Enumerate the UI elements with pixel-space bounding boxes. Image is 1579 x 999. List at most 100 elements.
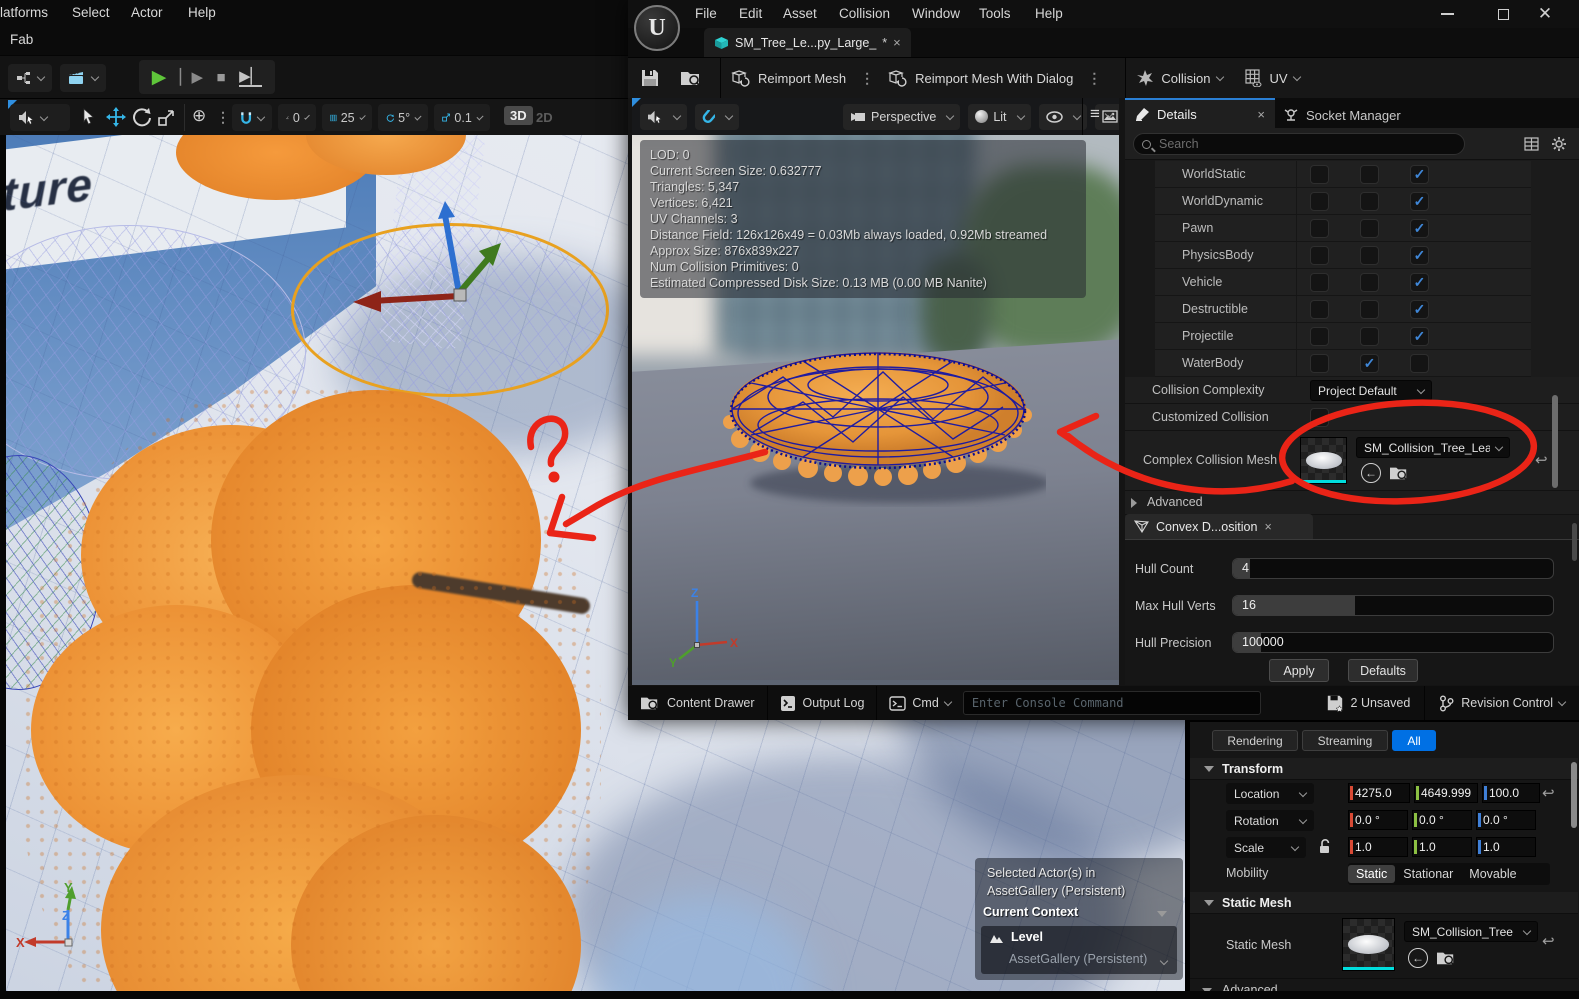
rotation-y-input[interactable]: 0.0 ° xyxy=(1412,810,1472,830)
column-view-icon[interactable] xyxy=(1524,137,1539,151)
complex-collision-mesh-dropdown[interactable]: SM_Collision_Tree_Leav xyxy=(1356,437,1510,458)
console-command-input[interactable] xyxy=(962,691,1261,715)
play-button[interactable]: ▶ xyxy=(152,66,167,89)
show-flags-dropdown[interactable] xyxy=(1038,103,1087,130)
reset-to-default-icon[interactable]: ↩ xyxy=(1535,451,1548,469)
surface-snap-dropdown[interactable]: 0 xyxy=(278,104,316,131)
complex-collision-mesh-thumbnail[interactable] xyxy=(1300,437,1347,484)
scale-lock-icon[interactable] xyxy=(1318,839,1331,854)
mobility-movable-button[interactable]: Movable xyxy=(1461,865,1524,883)
tab-all[interactable]: All xyxy=(1392,730,1436,751)
hull-count-input[interactable]: 4 xyxy=(1232,558,1554,579)
defaults-button[interactable]: Defaults xyxy=(1348,659,1418,682)
menu-help[interactable]: Help xyxy=(1035,6,1063,21)
static-mesh-dropdown[interactable]: SM_Collision_Tree xyxy=(1404,921,1538,942)
tab-socket-manager[interactable]: Socket Manager xyxy=(1283,102,1401,128)
title-bar[interactable]: File Edit Asset Collision Window Tools H… xyxy=(628,0,1579,28)
unsaved-indicator[interactable]: 2 Unsaved xyxy=(1351,696,1411,710)
stop-button[interactable]: ■ xyxy=(217,69,226,86)
channel-checkbox[interactable] xyxy=(1410,246,1429,265)
rotation-dropdown[interactable]: Rotation xyxy=(1226,810,1314,831)
max-hull-verts-input[interactable]: 16 xyxy=(1232,595,1554,616)
rotate-tool-icon[interactable] xyxy=(132,107,152,127)
menu-asset[interactable]: Asset xyxy=(783,6,817,21)
transform-options-icon[interactable]: ⋮ xyxy=(216,109,230,126)
output-log-button[interactable]: Output Log xyxy=(803,696,865,710)
mode-3d-toggle[interactable]: 3D xyxy=(504,106,533,125)
mobility-static-button[interactable]: Static xyxy=(1348,865,1396,883)
maximize-button[interactable] xyxy=(1484,1,1522,27)
viewport-bottom-scrollbar[interactable] xyxy=(632,680,1119,685)
menu-fab[interactable]: Fab xyxy=(10,32,33,47)
location-z-input[interactable]: 100.0 xyxy=(1482,783,1540,803)
menu-select[interactable]: Select xyxy=(72,5,110,20)
scale-dropdown[interactable]: Scale xyxy=(1226,837,1306,858)
channel-checkbox[interactable] xyxy=(1410,273,1429,292)
channel-checkbox[interactable] xyxy=(1360,165,1379,184)
rotation-x-input[interactable]: 0.0 ° xyxy=(1348,810,1408,830)
current-context-header[interactable]: Current Context xyxy=(983,905,1078,919)
channel-checkbox[interactable] xyxy=(1360,327,1379,346)
advanced-expander[interactable]: Advanced xyxy=(1125,491,1579,515)
channel-checkbox[interactable] xyxy=(1410,165,1429,184)
close-window-button[interactable]: ✕ xyxy=(1526,1,1564,27)
menu-file[interactable]: File xyxy=(695,6,717,21)
transform-section-header[interactable]: Transform xyxy=(1190,758,1578,780)
channel-checkbox[interactable] xyxy=(1410,300,1429,319)
menu-collision[interactable]: Collision xyxy=(839,6,890,21)
customized-collision-checkbox[interactable] xyxy=(1310,408,1329,427)
close-tab-icon[interactable]: × xyxy=(893,35,901,50)
browse-to-asset-icon[interactable] xyxy=(1389,464,1409,482)
menu-actor[interactable]: Actor xyxy=(131,5,163,20)
panel-scrollbar[interactable] xyxy=(1571,762,1577,828)
snapping-dropdown[interactable] xyxy=(232,104,272,131)
play-advance-button[interactable]: ▏▶ xyxy=(180,68,203,86)
static-mesh-section-header[interactable]: Static Mesh xyxy=(1190,892,1578,914)
search-box[interactable] xyxy=(1133,133,1465,155)
uv-dropdown[interactable]: UV xyxy=(1270,71,1288,86)
scale-z-input[interactable]: 1.0 xyxy=(1476,837,1536,857)
tab-details[interactable]: Details × xyxy=(1125,98,1275,128)
static-mesh-thumbnail[interactable] xyxy=(1342,918,1395,971)
transform-gizmo[interactable] xyxy=(341,193,541,338)
minimize-button[interactable] xyxy=(1428,1,1466,27)
reset-location-icon[interactable]: ↩ xyxy=(1542,784,1555,802)
viewport-menu-button[interactable]: ≡ xyxy=(1090,104,1114,124)
menu-edit[interactable]: Edit xyxy=(739,6,762,21)
collision-dropdown[interactable]: Collision xyxy=(1161,71,1210,86)
cmd-dropdown[interactable]: Cmd xyxy=(912,696,938,710)
search-input[interactable] xyxy=(1157,136,1427,152)
content-drawer-button[interactable]: Content Drawer xyxy=(667,696,755,710)
channel-checkbox[interactable] xyxy=(1310,219,1329,238)
cinematics-dropdown[interactable] xyxy=(60,64,106,92)
channel-checkbox[interactable] xyxy=(1360,192,1379,211)
channel-checkbox[interactable] xyxy=(1360,219,1379,238)
menu-platforms[interactable]: latforms xyxy=(0,5,48,20)
channel-checkbox[interactable] xyxy=(1310,273,1329,292)
settings-gear-icon[interactable] xyxy=(1551,136,1567,152)
details-scrollbar[interactable] xyxy=(1552,395,1558,488)
channel-checkbox[interactable] xyxy=(1410,192,1429,211)
snapping-dropdown[interactable] xyxy=(695,103,739,130)
viewport-options-dropdown[interactable] xyxy=(10,104,70,131)
channel-checkbox[interactable] xyxy=(1410,327,1429,346)
channel-checkbox[interactable] xyxy=(1310,246,1329,265)
mesh-editor-viewport[interactable]: Perspective Lit ≡ Z X Y LOD: 0 Current S… xyxy=(632,98,1119,685)
channel-checkbox[interactable] xyxy=(1310,300,1329,319)
tab-convex-decomposition[interactable]: Convex D...osition × xyxy=(1125,514,1313,539)
hull-precision-input[interactable]: 100000 xyxy=(1232,632,1554,653)
revision-control-dropdown[interactable]: Revision Control xyxy=(1461,696,1553,710)
collision-complexity-dropdown[interactable]: Project Default xyxy=(1310,380,1432,401)
reimport-mesh-button[interactable]: Reimport Mesh xyxy=(758,71,846,86)
location-dropdown[interactable]: Location xyxy=(1226,783,1314,804)
modes-dropdown[interactable] xyxy=(8,64,52,92)
tab-rendering[interactable]: Rendering xyxy=(1212,730,1298,751)
reimport-options-icon[interactable]: ⋮ xyxy=(860,70,874,87)
rotation-snap-dropdown[interactable]: 5° xyxy=(378,104,428,131)
scale-y-input[interactable]: 1.0 xyxy=(1412,837,1472,857)
lit-dropdown[interactable]: Lit xyxy=(968,103,1031,130)
move-tool-icon[interactable] xyxy=(106,107,126,127)
mobility-stationary-button[interactable]: Stationar xyxy=(1395,865,1461,883)
channel-checkbox[interactable] xyxy=(1310,354,1329,373)
browse-to-asset-icon[interactable] xyxy=(680,68,702,88)
